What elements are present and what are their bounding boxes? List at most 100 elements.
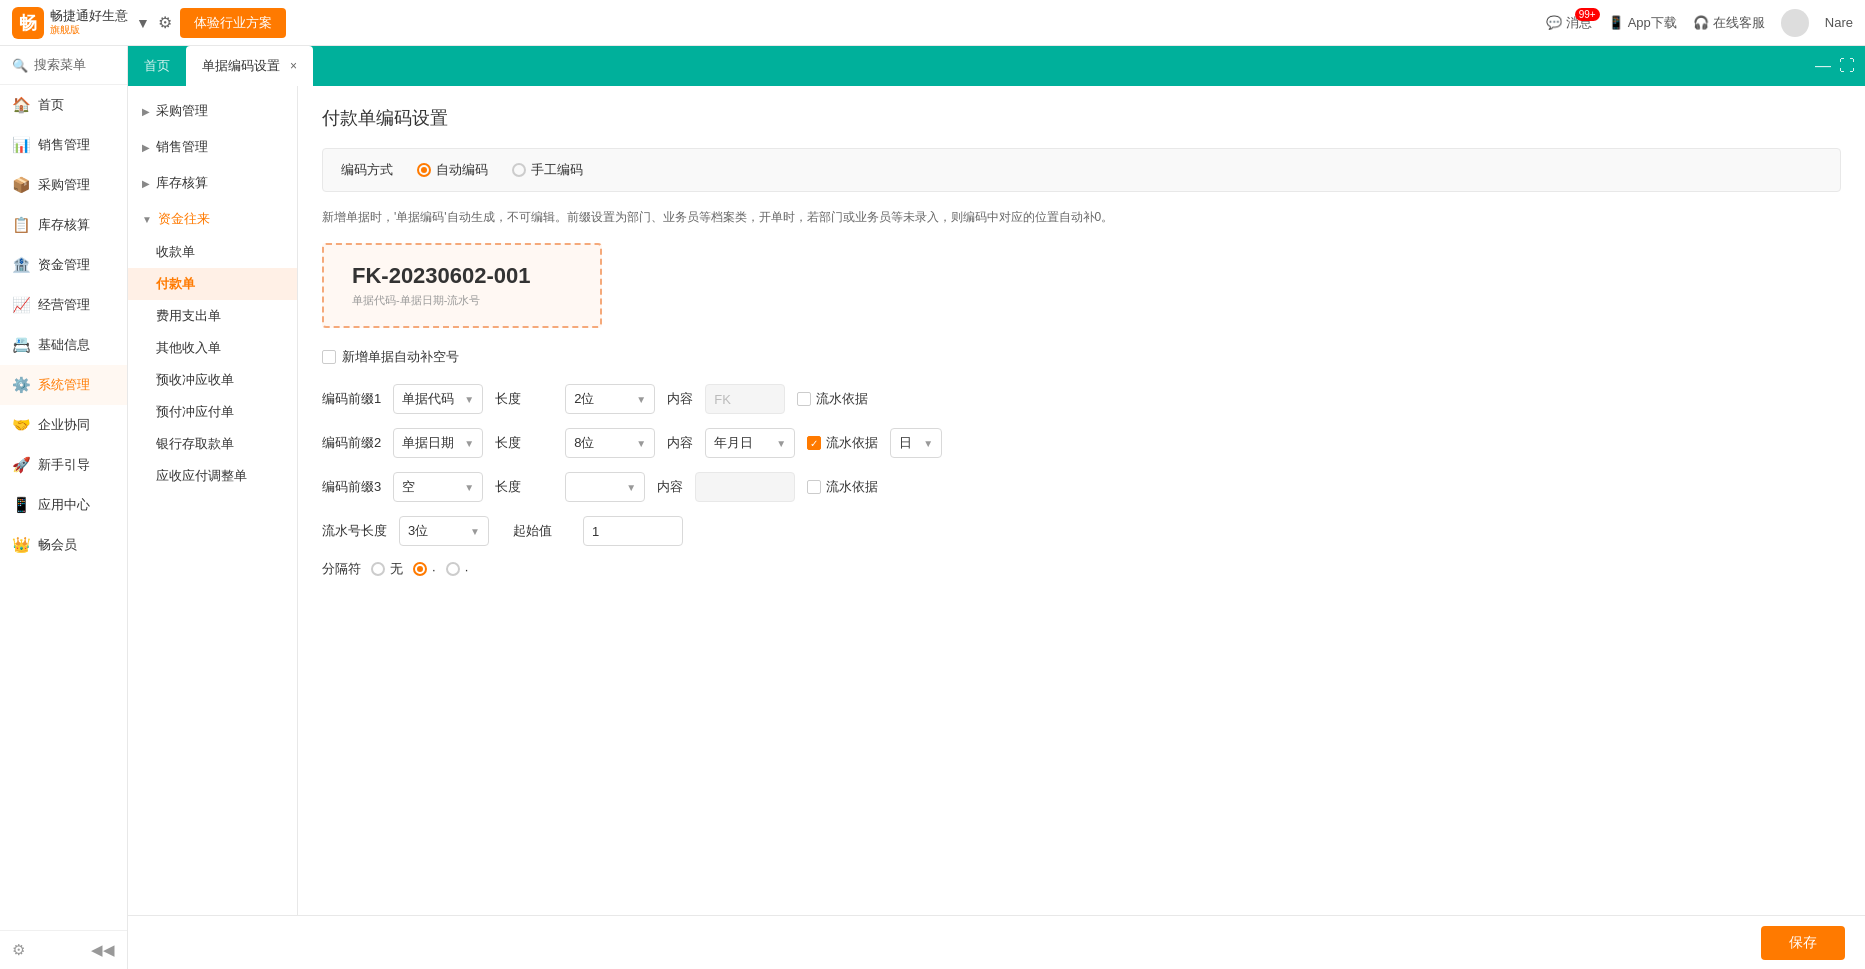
serial-row: 流水号长度 3位 ▼ 起始值 [322,516,1841,546]
sidebar: 🔍 搜索菜单 🏠 首页 📊 销售管理 📦 采购管理 📋 库存核算 🏦 资金管理 … [0,46,128,969]
sep-dash-radio[interactable]: · [446,562,469,577]
prefix2-label: 编码前缀2 [322,434,381,452]
serial-length-arrow-icon: ▼ [470,526,480,537]
gear-icon[interactable]: ⚙ [158,13,172,32]
nav-group-sales: ▶ 销售管理 [128,130,297,164]
user-name: Nare [1825,15,1853,30]
separator-label: 分隔符 [322,560,361,578]
code-preview-value: FK-20230602-001 [352,263,572,289]
bottom-bar: 保存 [128,915,1865,969]
nav-group-sales-title[interactable]: ▶ 销售管理 [128,130,297,164]
minimize-icon[interactable]: — [1815,57,1831,75]
nav-child-expense[interactable]: 费用支出单 [128,300,297,332]
serial-check3[interactable]: 流水依据 [807,478,878,496]
length1-select[interactable]: 2位 ▼ [565,384,655,414]
sidebar-item-system[interactable]: ⚙️ 系统管理 [0,365,127,405]
brand-text: 畅捷通好生意 旗舰版 [50,8,128,38]
nav-child-adjust[interactable]: 应收应付调整单 [128,460,297,492]
nav-group-inventory: ▶ 库存核算 [128,166,297,200]
online-service-btn[interactable]: 🎧 在线客服 [1693,14,1765,32]
sidebar-item-sales[interactable]: 📊 销售管理 [0,125,127,165]
sep-none-radio[interactable]: 无 [371,560,403,578]
sales-icon: 📊 [12,136,30,154]
trial-button[interactable]: 体验行业方案 [180,8,286,38]
nav-child-other-income[interactable]: 其他收入单 [128,332,297,364]
sep-dot-radio[interactable]: · [413,562,436,577]
length1-arrow-icon: ▼ [636,394,646,405]
enterprise-icon: 🤝 [12,416,30,434]
message-btn[interactable]: 💬 消息 99+ [1546,14,1592,32]
sidebar-item-enterprise[interactable]: 🤝 企业协同 [0,405,127,445]
serial-length-label: 流水号长度 [322,522,387,540]
length3-label: 长度 [495,478,553,496]
sep-none-dot [371,562,385,576]
tab-home[interactable]: 首页 [128,46,186,86]
sidebar-item-basic[interactable]: 📇 基础信息 [0,325,127,365]
nav-child-receipt[interactable]: 收款单 [128,236,297,268]
sidebar-item-finance[interactable]: 🏦 资金管理 [0,245,127,285]
start-value-input[interactable] [583,516,683,546]
water-arrow2-icon: ▼ [923,438,933,449]
code-preview-box: FK-20230602-001 单据代码-单据日期-流水号 [322,243,602,328]
manual-encode-dot [512,163,526,177]
app-download-btn[interactable]: 📱 App下载 [1608,14,1677,32]
sidebar-item-purchase[interactable]: 📦 采购管理 [0,165,127,205]
prefix1-select[interactable]: 单据代码 ▼ [393,384,483,414]
maximize-icon[interactable]: ⛶ [1839,57,1855,75]
settings-footer-icon[interactable]: ⚙ [12,941,25,959]
tab-encode-settings[interactable]: 单据编码设置 × [186,46,313,86]
nav-group-inventory-title[interactable]: ▶ 库存核算 [128,166,297,200]
top-bar-right: 💬 消息 99+ 📱 App下载 🎧 在线客服 Nare [1546,9,1853,37]
nav-child-prepaid-receivable[interactable]: 预收冲应收单 [128,364,297,396]
management-icon: 📈 [12,296,30,314]
info-text: 新增单据时，'单据编码'自动生成，不可编辑。前缀设置为部门、业务员等档案类，开单… [322,208,1841,227]
headset-icon: 🎧 [1693,15,1709,30]
form-row-2: 编码前缀2 单据日期 ▼ 长度 8位 ▼ 内容 年月日 ▼ [322,428,1841,458]
prefix3-label: 编码前缀3 [322,478,381,496]
sidebar-item-management[interactable]: 📈 经营管理 [0,285,127,325]
start-value-label: 起始值 [513,522,571,540]
home-icon: 🏠 [12,96,30,114]
tab-close-icon[interactable]: × [290,59,297,73]
dropdown-arrow-icon[interactable]: ▼ [136,15,150,31]
encode-type-row: 编码方式 自动编码 手工编码 [322,148,1841,192]
form-row-1: 编码前缀1 单据代码 ▼ 长度 2位 ▼ 内容 FK 流水依据 [322,384,1841,414]
length2-label: 长度 [495,434,553,452]
message-badge: 99+ [1575,8,1600,21]
sidebar-item-inventory[interactable]: 📋 库存核算 [0,205,127,245]
nav-child-bank[interactable]: 银行存取款单 [128,428,297,460]
length3-select[interactable]: ▼ [565,472,645,502]
content2-select[interactable]: 年月日 ▼ [705,428,795,458]
nav-group-funds-title[interactable]: ▼ 资金往来 [128,202,297,236]
manual-encode-radio[interactable]: 手工编码 [512,161,583,179]
brand-icon: 畅 [12,7,44,39]
guide-icon: 🚀 [12,456,30,474]
sidebar-item-member[interactable]: 👑 畅会员 [0,525,127,565]
serial-length-select[interactable]: 3位 ▼ [399,516,489,546]
auto-encode-radio[interactable]: 自动编码 [417,161,488,179]
nav-child-payment[interactable]: 付款单 [128,268,297,300]
prefix3-select[interactable]: 空 ▼ [393,472,483,502]
water-select2[interactable]: 日 ▼ [890,428,942,458]
sidebar-item-guide[interactable]: 🚀 新手引导 [0,445,127,485]
serial-check2[interactable]: ✓ 流水依据 [807,434,878,452]
apps-icon: 📱 [12,496,30,514]
nav-group-purchase-title[interactable]: ▶ 采购管理 [128,94,297,128]
save-button[interactable]: 保存 [1761,926,1845,960]
auto-fill-label: 新增单据自动补空号 [342,348,459,366]
collapse-icon[interactable]: ◀◀ [91,941,115,959]
sidebar-item-home[interactable]: 🏠 首页 [0,85,127,125]
prefix2-select[interactable]: 单据日期 ▼ [393,428,483,458]
content3-label: 内容 [657,478,683,496]
prefix1-label: 编码前缀1 [322,390,381,408]
prefix1-arrow-icon: ▼ [464,394,474,405]
auto-fill-checkbox[interactable] [322,350,336,364]
user-avatar[interactable] [1781,9,1809,37]
serial-check1[interactable]: 流水依据 [797,390,868,408]
nav-child-prepaid-payable[interactable]: 预付冲应付单 [128,396,297,428]
search-menu-btn[interactable]: 🔍 搜索菜单 [0,46,127,85]
top-bar: 畅 畅捷通好生意 旗舰版 ▼ ⚙ 体验行业方案 💬 消息 99+ 📱 App下载… [0,0,1865,46]
search-icon: 🔍 [12,58,28,73]
sidebar-item-apps[interactable]: 📱 应用中心 [0,485,127,525]
length2-select[interactable]: 8位 ▼ [565,428,655,458]
